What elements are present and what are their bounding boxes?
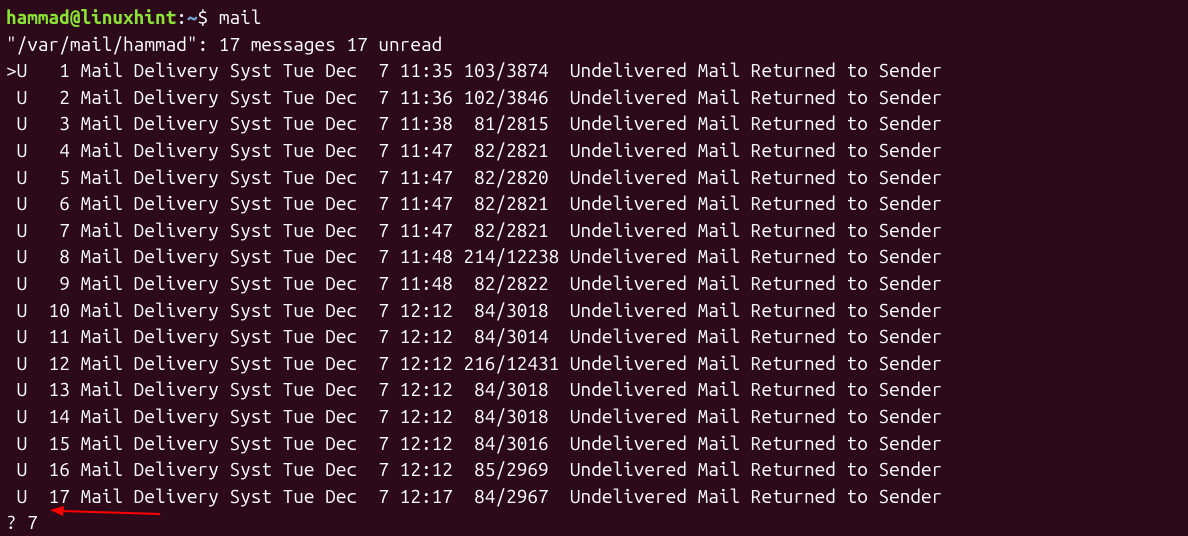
mail-row[interactable]: U 7 Mail Delivery Syst Tue Dec 7 11:47 8… — [6, 217, 1182, 244]
mail-row[interactable]: U 5 Mail Delivery Syst Tue Dec 7 11:47 8… — [6, 164, 1182, 191]
mail-row[interactable]: U 10 Mail Delivery Syst Tue Dec 7 12:12 … — [6, 297, 1182, 324]
mail-row[interactable]: U 13 Mail Delivery Syst Tue Dec 7 12:12 … — [6, 376, 1182, 403]
mail-row[interactable]: U 4 Mail Delivery Syst Tue Dec 7 11:47 8… — [6, 137, 1182, 164]
mail-row[interactable]: U 3 Mail Delivery Syst Tue Dec 7 11:38 8… — [6, 110, 1182, 137]
command-value: mail — [219, 6, 262, 28]
mail-row[interactable]: >U 1 Mail Delivery Syst Tue Dec 7 11:35 … — [6, 57, 1182, 84]
mail-row[interactable]: U 11 Mail Delivery Syst Tue Dec 7 12:12 … — [6, 323, 1182, 350]
mail-row[interactable]: U 16 Mail Delivery Syst Tue Dec 7 12:12 … — [6, 456, 1182, 483]
mail-row[interactable]: U 8 Mail Delivery Syst Tue Dec 7 11:48 2… — [6, 243, 1182, 270]
mail-summary: "/var/mail/hammad": 17 messages 17 unrea… — [6, 31, 1182, 58]
prompt-path: ~ — [187, 6, 198, 28]
prompt-colon: : — [176, 6, 187, 28]
mail-row[interactable]: U 9 Mail Delivery Syst Tue Dec 7 11:48 8… — [6, 270, 1182, 297]
mail-row[interactable]: U 2 Mail Delivery Syst Tue Dec 7 11:36 1… — [6, 84, 1182, 111]
mail-row[interactable]: U 17 Mail Delivery Syst Tue Dec 7 12:17 … — [6, 483, 1182, 510]
mail-row[interactable]: U 12 Mail Delivery Syst Tue Dec 7 12:12 … — [6, 350, 1182, 377]
mail-input-value[interactable]: 7 — [27, 511, 38, 533]
mail-row[interactable]: U 6 Mail Delivery Syst Tue Dec 7 11:47 8… — [6, 190, 1182, 217]
mail-prompt-char: ? — [6, 511, 17, 533]
command-text: mail — [208, 6, 261, 28]
mail-row[interactable]: U 15 Mail Delivery Syst Tue Dec 7 12:12 … — [6, 430, 1182, 457]
mail-list: >U 1 Mail Delivery Syst Tue Dec 7 11:35 … — [6, 57, 1182, 509]
shell-prompt-line: hammad@linuxhint:~$ mail — [6, 4, 1182, 31]
user-host: hammad@linuxhint — [6, 6, 176, 28]
mail-row[interactable]: U 14 Mail Delivery Syst Tue Dec 7 12:12 … — [6, 403, 1182, 430]
mail-input-line[interactable]: ? 7 — [6, 509, 1182, 536]
prompt-dollar: $ — [198, 6, 209, 28]
